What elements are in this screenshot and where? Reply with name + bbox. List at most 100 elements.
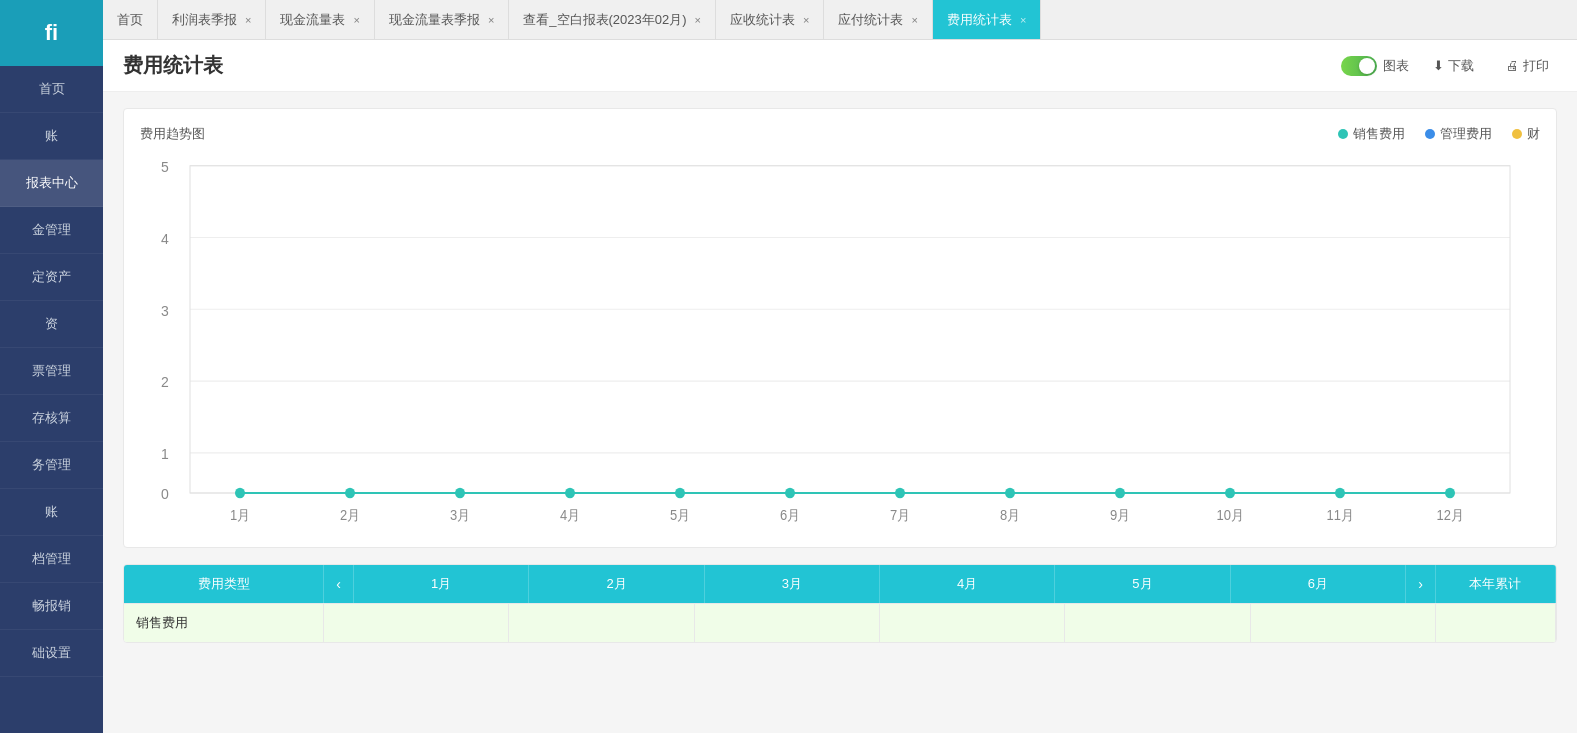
sidebar-item-reports[interactable]: 报表中心 bbox=[0, 160, 103, 207]
sidebar-item-assets[interactable]: 定资产 bbox=[0, 254, 103, 301]
close-tab-blank-report[interactable]: × bbox=[695, 14, 701, 26]
svg-text:7月: 7月 bbox=[890, 508, 910, 523]
legend-admin-label: 管理费用 bbox=[1440, 125, 1492, 143]
sidebar-item-cash[interactable]: 金管理 bbox=[0, 207, 103, 254]
table-row: 销售费用 bbox=[124, 603, 1556, 642]
td-month-4 bbox=[880, 604, 1065, 642]
td-expense-type: 销售费用 bbox=[124, 604, 324, 642]
close-tab-profit-quarterly[interactable]: × bbox=[245, 14, 251, 26]
td-month-5 bbox=[1065, 604, 1250, 642]
legend-admin-dot bbox=[1425, 129, 1435, 139]
th-expense-type: 费用类型 bbox=[124, 565, 324, 603]
legend-sales-dot bbox=[1338, 129, 1348, 139]
td-month-2 bbox=[509, 604, 694, 642]
td-month-1 bbox=[324, 604, 509, 642]
td-yearly-total bbox=[1436, 604, 1556, 642]
legend-finance: 财 bbox=[1512, 125, 1540, 143]
table-header: 费用类型 ‹ 1月 2月 3月 4月 5月 6月 › 本年累计 bbox=[124, 565, 1556, 603]
legend-sales-label: 销售费用 bbox=[1353, 125, 1405, 143]
sidebar-item-invoice[interactable]: 票管理 bbox=[0, 348, 103, 395]
chart-title: 费用趋势图 bbox=[140, 125, 1540, 143]
th-prev-arrow[interactable]: ‹ bbox=[324, 565, 354, 603]
close-tab-receivable[interactable]: × bbox=[803, 14, 809, 26]
tab-profit-quarterly[interactable]: 利润表季报 × bbox=[158, 0, 266, 39]
svg-text:2: 2 bbox=[161, 374, 169, 390]
tab-payable[interactable]: 应付统计表 × bbox=[824, 0, 932, 39]
close-tab-expense[interactable]: × bbox=[1020, 14, 1026, 26]
tab-bar: 首页 利润表季报 × 现金流量表 × 现金流量表季报 × 查看_空白报表(202… bbox=[103, 0, 1577, 40]
th-month-6: 6月 bbox=[1231, 565, 1406, 603]
td-month-6 bbox=[1251, 604, 1436, 642]
chart-legend: 销售费用 管理费用 财 bbox=[1338, 125, 1540, 143]
svg-point-15 bbox=[455, 488, 465, 499]
sidebar-item-inventory[interactable]: 存核算 bbox=[0, 395, 103, 442]
svg-text:9月: 9月 bbox=[1110, 508, 1130, 523]
sidebar-item-settings[interactable]: 础设置 bbox=[0, 630, 103, 677]
svg-text:11月: 11月 bbox=[1326, 508, 1353, 523]
chart-toggle[interactable] bbox=[1341, 56, 1377, 76]
close-tab-payable[interactable]: × bbox=[911, 14, 917, 26]
sidebar-item-archive[interactable]: 档管理 bbox=[0, 536, 103, 583]
svg-text:8月: 8月 bbox=[1000, 508, 1020, 523]
svg-point-18 bbox=[785, 488, 795, 499]
th-month-1: 1月 bbox=[354, 565, 529, 603]
svg-text:3: 3 bbox=[161, 302, 169, 318]
chart-toggle-wrap: 图表 bbox=[1341, 56, 1409, 76]
print-icon: 🖨 bbox=[1506, 58, 1519, 73]
svg-point-16 bbox=[565, 488, 575, 499]
sidebar: fi 首页 账 报表中心 金管理 定资产 资 票管理 存核算 务管理 账 档管理… bbox=[0, 0, 103, 733]
svg-text:4: 4 bbox=[161, 231, 169, 247]
download-icon: ⬇ bbox=[1433, 58, 1444, 73]
svg-rect-12 bbox=[190, 166, 1510, 493]
header-actions: 图表 ⬇ 下载 🖨 打印 bbox=[1341, 53, 1557, 79]
svg-point-20 bbox=[1005, 488, 1015, 499]
svg-point-13 bbox=[235, 488, 245, 499]
chart-section: 费用趋势图 销售费用 管理费用 财 5 4 bbox=[123, 108, 1557, 548]
print-button[interactable]: 🖨 打印 bbox=[1498, 53, 1557, 79]
close-tab-cashflow[interactable]: × bbox=[353, 14, 359, 26]
td-month-3 bbox=[695, 604, 880, 642]
svg-text:1月: 1月 bbox=[230, 508, 250, 523]
legend-finance-label: 财 bbox=[1527, 125, 1540, 143]
tab-expense[interactable]: 费用统计表 × bbox=[933, 0, 1041, 39]
th-month-5: 5月 bbox=[1055, 565, 1230, 603]
sidebar-item-ledger[interactable]: 账 bbox=[0, 489, 103, 536]
close-tab-cashflow-quarterly[interactable]: × bbox=[488, 14, 494, 26]
sidebar-item-home[interactable]: 首页 bbox=[0, 66, 103, 113]
page-title: 费用统计表 bbox=[123, 52, 223, 79]
sidebar-item-account[interactable]: 账 bbox=[0, 113, 103, 160]
svg-text:10月: 10月 bbox=[1216, 508, 1243, 523]
svg-point-23 bbox=[1335, 488, 1345, 499]
th-month-3: 3月 bbox=[705, 565, 880, 603]
tab-cashflow-quarterly[interactable]: 现金流量表季报 × bbox=[375, 0, 509, 39]
svg-text:3月: 3月 bbox=[450, 508, 470, 523]
svg-text:0: 0 bbox=[161, 486, 169, 502]
content-area: 费用统计表 图表 ⬇ 下载 🖨 打印 费用趋势图 bbox=[103, 40, 1577, 733]
page-header: 费用统计表 图表 ⬇ 下载 🖨 打印 bbox=[103, 40, 1577, 92]
chart-svg: 5 4 3 2 1 0 bbox=[140, 151, 1540, 531]
table-section: 费用类型 ‹ 1月 2月 3月 4月 5月 6月 › 本年累计 销售费用 bbox=[123, 564, 1557, 643]
download-button[interactable]: ⬇ 下载 bbox=[1425, 53, 1482, 79]
svg-point-21 bbox=[1115, 488, 1125, 499]
svg-point-22 bbox=[1225, 488, 1235, 499]
svg-text:2月: 2月 bbox=[340, 508, 360, 523]
tab-home[interactable]: 首页 bbox=[103, 0, 158, 39]
tab-receivable[interactable]: 应收统计表 × bbox=[716, 0, 824, 39]
svg-text:1: 1 bbox=[161, 446, 169, 462]
sidebar-item-capital[interactable]: 资 bbox=[0, 301, 103, 348]
sidebar-item-service[interactable]: 务管理 bbox=[0, 442, 103, 489]
sidebar-item-expense[interactable]: 畅报销 bbox=[0, 583, 103, 630]
svg-point-19 bbox=[895, 488, 905, 499]
svg-text:4月: 4月 bbox=[560, 508, 580, 523]
legend-sales: 销售费用 bbox=[1338, 125, 1405, 143]
svg-text:5月: 5月 bbox=[670, 508, 690, 523]
tab-cashflow[interactable]: 现金流量表 × bbox=[266, 0, 374, 39]
svg-point-24 bbox=[1445, 488, 1455, 499]
main-area: 首页 利润表季报 × 现金流量表 × 现金流量表季报 × 查看_空白报表(202… bbox=[103, 0, 1577, 733]
svg-point-17 bbox=[675, 488, 685, 499]
chart-toggle-label: 图表 bbox=[1383, 57, 1409, 75]
svg-text:6月: 6月 bbox=[780, 508, 800, 523]
th-next-arrow[interactable]: › bbox=[1406, 565, 1436, 603]
tab-blank-report[interactable]: 查看_空白报表(2023年02月) × bbox=[509, 0, 716, 39]
th-yearly-total: 本年累计 bbox=[1436, 565, 1556, 603]
